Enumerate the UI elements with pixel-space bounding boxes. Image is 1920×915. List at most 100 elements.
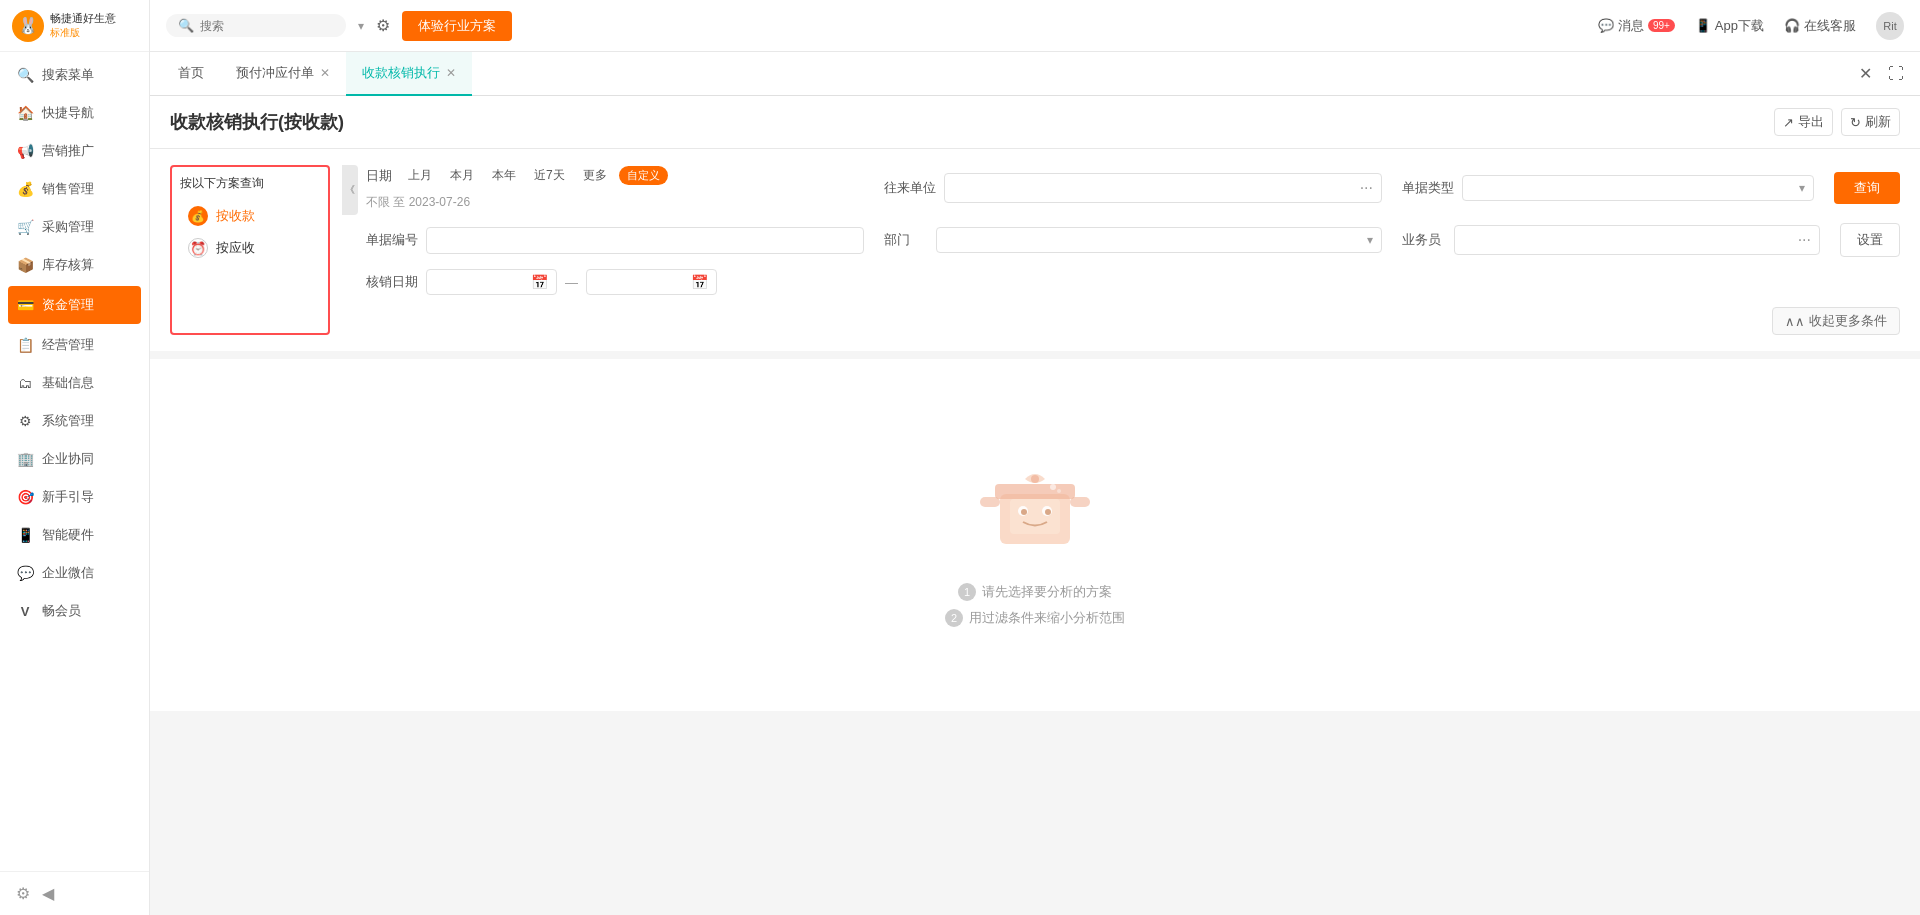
svg-rect-1	[995, 484, 1075, 499]
last-month-btn[interactable]: 上月	[402, 165, 438, 186]
hint-number-1: 1	[958, 583, 976, 601]
close-tab-icon[interactable]: ✕	[1855, 60, 1876, 87]
sidebar-item-sales[interactable]: 💰 销售管理	[0, 170, 149, 208]
sidebar-item-vip[interactable]: V 畅会员	[0, 592, 149, 630]
topbar-gear-icon[interactable]: ⚙	[376, 16, 390, 35]
sidebar-item-search[interactable]: 🔍 搜索菜单	[0, 56, 149, 94]
verify-date-end-input[interactable]: 2023-07-21	[595, 275, 685, 290]
message-badge: 99+	[1648, 19, 1675, 32]
headphone-icon: 🎧	[1784, 18, 1800, 33]
svg-point-5	[1021, 509, 1027, 515]
sidebar-item-finance[interactable]: 💳 资金管理	[8, 286, 141, 324]
filter-option-by-receipt[interactable]: 💰 按收款	[180, 200, 320, 232]
sales-icon: 💰	[16, 180, 34, 198]
logo-text: 畅捷通好生意	[50, 11, 116, 25]
custom-date-tag[interactable]: 自定义	[619, 166, 668, 185]
sidebar-item-inventory[interactable]: 📦 库存核算	[0, 246, 149, 284]
staff-dots-icon[interactable]: ···	[1798, 231, 1811, 249]
tab-prepay-close-icon[interactable]: ✕	[320, 66, 330, 80]
dept-select[interactable]: ▾	[936, 227, 1382, 253]
basic-icon: 🗂	[16, 374, 34, 392]
settings-button[interactable]: 设置	[1840, 223, 1900, 257]
filter-row-2: 单据编号 部门 ▾ 业务员	[366, 223, 1900, 257]
tab-collection[interactable]: 收款核销执行 ✕	[346, 52, 472, 96]
staff-select[interactable]: ···	[1454, 225, 1820, 255]
more-date-btn[interactable]: 更多	[577, 165, 613, 186]
verify-date-end-wrap[interactable]: 2023-07-21 📅	[586, 269, 717, 295]
tab-home[interactable]: 首页	[162, 52, 220, 96]
wechat-icon: 💬	[16, 564, 34, 582]
filter-row-1: 日期 上月 本月 本年 近7天 更多 自定义 不限 至 2023-07-26	[366, 165, 1900, 211]
sidebar: 🐰 畅捷通好生意 标准版 🔍 搜索菜单 🏠 快捷导航 📢 营销推广 💰 销售管理…	[0, 0, 150, 915]
sidebar-item-business[interactable]: 📋 经营管理	[0, 326, 149, 364]
sidebar-item-purchase[interactable]: 🛒 采购管理	[0, 208, 149, 246]
empty-hint-1: 1 请先选择要分析的方案	[958, 583, 1112, 601]
sidebar-item-system[interactable]: ⚙ 系统管理	[0, 402, 149, 440]
date-filter-row: 日期 上月 本月 本年 近7天 更多 自定义	[366, 165, 864, 186]
topbar-chevron-down-icon: ▾	[358, 19, 364, 33]
this-month-btn[interactable]: 本月	[444, 165, 480, 186]
sidebar-item-basic[interactable]: 🗂 基础信息	[0, 364, 149, 402]
sidebar-item-hardware[interactable]: 📱 智能硬件	[0, 516, 149, 554]
svg-point-9	[1031, 475, 1039, 483]
guide-icon: 🎯	[16, 488, 34, 506]
calendar-start-icon[interactable]: 📅	[531, 274, 548, 290]
inventory-icon: 📦	[16, 256, 34, 274]
topbar-search-input[interactable]	[200, 19, 320, 33]
message-button[interactable]: 💬 消息 99+	[1598, 17, 1675, 35]
last-7days-btn[interactable]: 近7天	[528, 165, 571, 186]
settings-icon[interactable]: ⚙	[16, 884, 30, 903]
sidebar-item-quick-nav[interactable]: 🏠 快捷导航	[0, 94, 149, 132]
dept-chevron-icon: ▾	[1367, 233, 1373, 247]
page-title: 收款核销执行(按收款)	[170, 110, 344, 134]
tab-prepay[interactable]: 预付冲应付单 ✕	[220, 52, 346, 96]
export-button[interactable]: ↗ 导出	[1774, 108, 1833, 136]
doc-number-label: 单据编号	[366, 231, 418, 249]
doc-type-chevron-icon: ▾	[1799, 181, 1805, 195]
filter-layout: 按以下方案查询 💰 按收款 ⏰ 按应收 《	[170, 165, 1900, 335]
filter-collapse-button[interactable]: 《	[342, 165, 358, 215]
sidebar-item-guide[interactable]: 🎯 新手引导	[0, 478, 149, 516]
logo-icon: 🐰	[12, 10, 44, 42]
staff-field: 业务员 ··· 设置	[1402, 223, 1900, 257]
solution-button[interactable]: 体验行业方案	[402, 11, 512, 41]
app-download-button[interactable]: 📱 App下载	[1695, 17, 1764, 35]
doc-number-input[interactable]	[426, 227, 864, 254]
hint-number-2: 2	[945, 609, 963, 627]
partner-dots-icon[interactable]: ···	[1360, 179, 1373, 197]
receivable-icon: ⏰	[188, 238, 208, 258]
this-year-btn[interactable]: 本年	[486, 165, 522, 186]
svg-rect-7	[980, 497, 1000, 507]
verify-date-start-input[interactable]: 2023-03-01	[435, 275, 525, 290]
hardware-icon: 📱	[16, 526, 34, 544]
empty-robot-svg	[975, 439, 1095, 559]
collapse-more-button[interactable]: ∧∧ 收起更多条件	[1772, 307, 1900, 335]
refresh-button[interactable]: ↻ 刷新	[1841, 108, 1900, 136]
tabbar: 首页 预付冲应付单 ✕ 收款核销执行 ✕ ✕ ⛶	[150, 52, 1920, 96]
topbar-search-box[interactable]: 🔍	[166, 14, 346, 37]
filter-sidebar: 按以下方案查询 💰 按收款 ⏰ 按应收	[170, 165, 330, 335]
calendar-end-icon[interactable]: 📅	[691, 274, 708, 290]
tab-collection-close-icon[interactable]: ✕	[446, 66, 456, 80]
date-label: 日期	[366, 167, 396, 185]
receipt-icon: 💰	[188, 206, 208, 226]
sidebar-item-wechat[interactable]: 💬 企业微信	[0, 554, 149, 592]
user-avatar[interactable]: Rit	[1876, 12, 1904, 40]
partner-select[interactable]: ···	[944, 173, 1382, 203]
filter-option-by-receivable[interactable]: ⏰ 按应收	[180, 232, 320, 264]
collapse-sidebar-icon[interactable]: ◀	[42, 884, 54, 903]
filter-bottom-row: ∧∧ 收起更多条件	[366, 307, 1900, 335]
logo-subtext: 标准版	[50, 26, 116, 40]
sidebar-item-marketing[interactable]: 📢 营销推广	[0, 132, 149, 170]
verify-date-start-wrap[interactable]: 2023-03-01 📅	[426, 269, 557, 295]
vip-icon: V	[16, 602, 34, 620]
sidebar-item-enterprise[interactable]: 🏢 企业协同	[0, 440, 149, 478]
partner-field: 往来单位 ···	[884, 173, 1382, 203]
maximize-icon[interactable]: ⛶	[1884, 61, 1908, 87]
query-button[interactable]: 查询	[1834, 172, 1900, 204]
date-field: 日期 上月 本月 本年 近7天 更多 自定义 不限 至 2023-07-26	[366, 165, 864, 211]
online-service-button[interactable]: 🎧 在线客服	[1784, 17, 1856, 35]
phone-icon: 📱	[1695, 18, 1711, 33]
doc-type-field: 单据类型 ▾ 查询	[1402, 172, 1900, 204]
doc-type-select[interactable]: ▾	[1462, 175, 1814, 201]
